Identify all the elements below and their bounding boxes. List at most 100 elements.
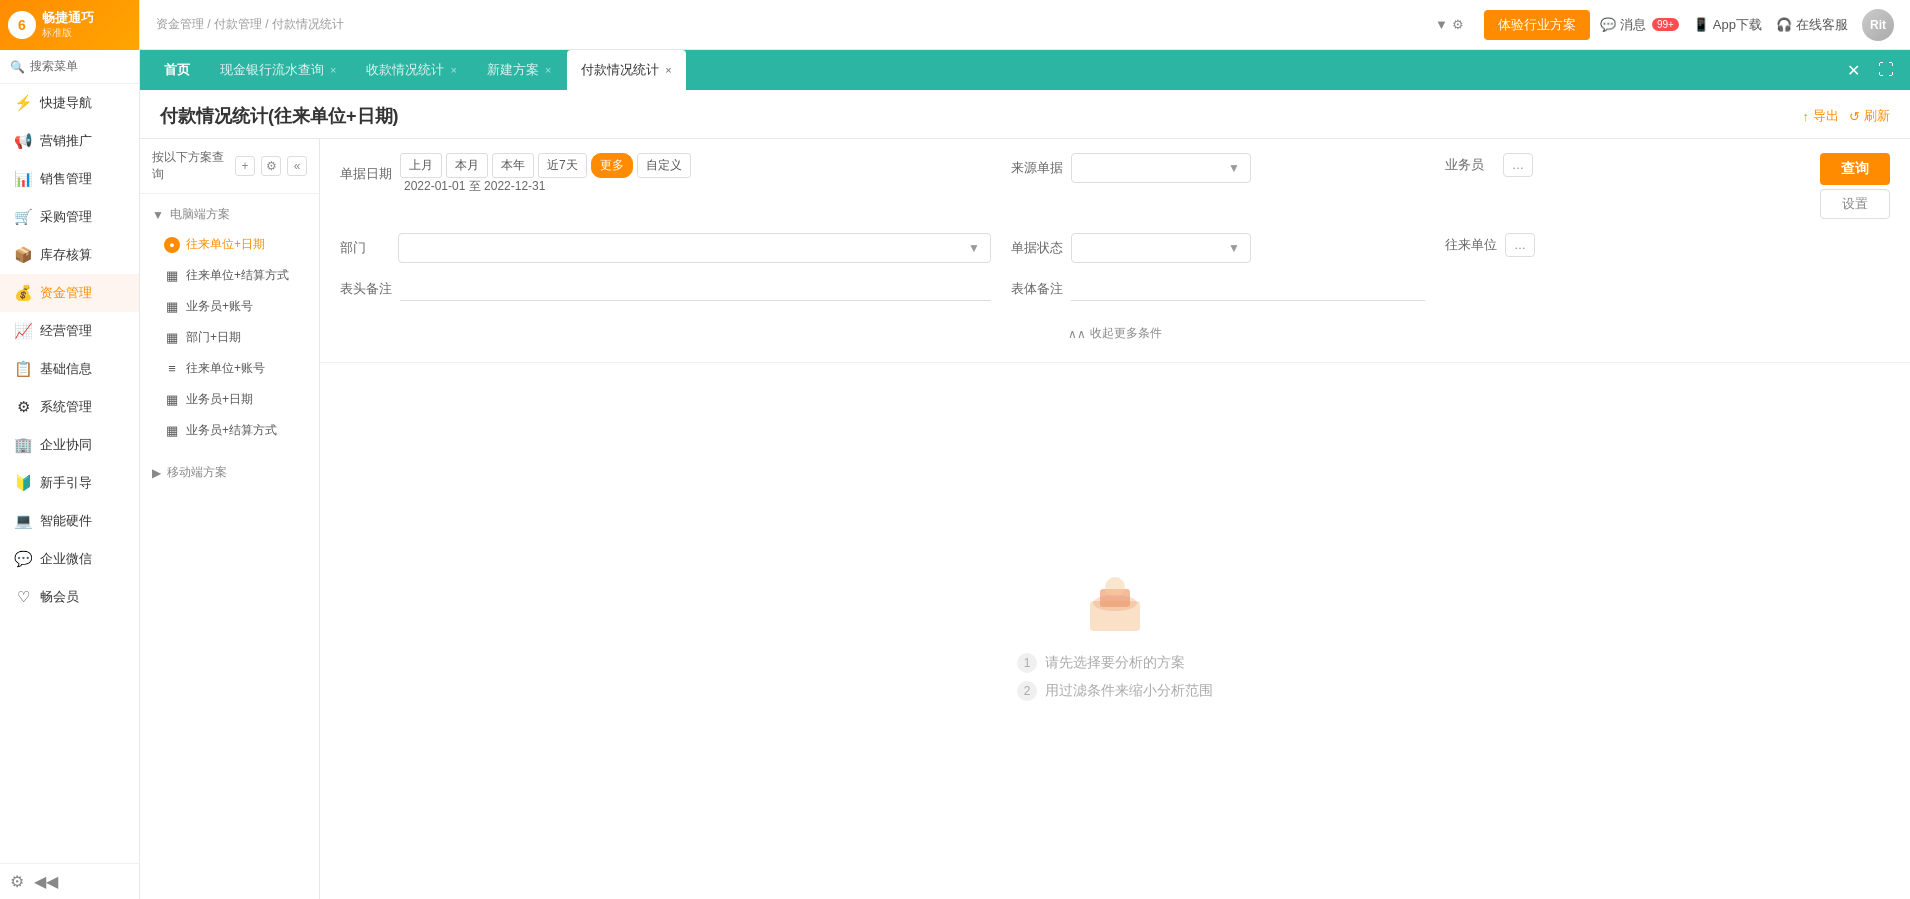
sidebar-item-wechat[interactable]: 💬 企业微信 [0, 540, 139, 578]
query-btn[interactable]: 查询 [1820, 153, 1890, 185]
dropdown-arrow-icon[interactable]: ▼ [1435, 17, 1448, 32]
tab-bank-flow[interactable]: 现金银行流水查询 × [206, 50, 350, 90]
scheme-staff-settle-label: 业务员+结算方式 [186, 422, 277, 439]
tip-num-2: 2 [1017, 681, 1037, 701]
mobile-scheme-group: ▶ 移动端方案 [140, 452, 319, 493]
tab-new-scheme[interactable]: 新建方案 × [473, 50, 565, 90]
date-btn-this-month[interactable]: 本月 [446, 153, 488, 178]
sidebar-item-finance[interactable]: 💰 资金管理 [0, 274, 139, 312]
scheme-panel-header-icons: + ⚙ « [235, 156, 307, 176]
tab-new-scheme-close[interactable]: × [545, 64, 551, 76]
tab-receipt-stat[interactable]: 收款情况统计 × [352, 50, 470, 90]
sidebar-item-inventory[interactable]: 📦 库存核算 [0, 236, 139, 274]
desktop-collapse-icon: ▼ [152, 208, 164, 222]
table-head-note-control [400, 277, 991, 301]
sidebar-item-basic[interactable]: 📋 基础信息 [0, 350, 139, 388]
mobile-group-title[interactable]: ▶ 移动端方案 [140, 458, 319, 487]
collapse-panel-btn[interactable]: « [287, 156, 307, 176]
sidebar-item-quick-nav[interactable]: ⚡ 快捷导航 [0, 84, 139, 122]
add-scheme-btn[interactable]: + [235, 156, 255, 176]
tab-home[interactable]: 首页 [150, 50, 204, 90]
trial-btn[interactable]: 体验行业方案 [1484, 10, 1590, 40]
search-menu[interactable]: 🔍 搜索菜单 [0, 50, 139, 84]
source-select[interactable]: ▼ [1071, 153, 1251, 183]
table-head-note-input[interactable] [400, 277, 991, 301]
date-btn-more[interactable]: 更多 [591, 153, 633, 178]
scheme-grid-icon5: ▦ [164, 423, 180, 439]
desktop-group-label: 电脑端方案 [170, 206, 230, 223]
app-download-btn[interactable]: 📱 App下载 [1693, 16, 1762, 34]
marketing-icon: 📢 [14, 132, 32, 150]
date-btn-custom[interactable]: 自定义 [637, 153, 691, 178]
sidebar-item-operation[interactable]: 📈 经营管理 [0, 312, 139, 350]
tab-bank-flow-close[interactable]: × [330, 64, 336, 76]
sidebar-item-marketing[interactable]: 📢 营销推广 [0, 122, 139, 160]
scheme-item-partner-settle[interactable]: ▦ 往来单位+结算方式 [140, 260, 319, 291]
scheme-item-dept-date[interactable]: ▦ 部门+日期 [140, 322, 319, 353]
user-avatar[interactable]: Rit [1862, 9, 1894, 41]
tab-receipt-stat-label: 收款情况统计 [366, 61, 444, 79]
topbar-settings-icon[interactable]: ⚙ [1452, 17, 1464, 32]
mobile-group-label: 移动端方案 [167, 464, 227, 481]
sidebar-item-enterprise[interactable]: 🏢 企业协同 [0, 426, 139, 464]
settings-btn[interactable]: 设置 [1820, 189, 1890, 219]
scheme-item-staff-account[interactable]: ▦ 业务员+账号 [140, 291, 319, 322]
staff-picker-btn[interactable]: … [1503, 153, 1533, 177]
scheme-item-partner-account[interactable]: ≡ 往来单位+账号 [140, 353, 319, 384]
export-btn[interactable]: ↑ 导出 [1803, 107, 1840, 125]
query-btns: 查询 设置 [1820, 153, 1890, 219]
sidebar-item-system[interactable]: ⚙ 系统管理 [0, 388, 139, 426]
voucher-status-select[interactable]: ▼ [1071, 233, 1251, 263]
purchase-icon: 🛒 [14, 208, 32, 226]
collapse-sidebar-icon[interactable]: ◀◀ [34, 872, 58, 891]
sidebar-item-sales[interactable]: 📊 销售管理 [0, 160, 139, 198]
collapse-conditions-btn[interactable]: ∧∧ 收起更多条件 [1068, 325, 1162, 342]
sidebar-item-hardware[interactable]: 💻 智能硬件 [0, 502, 139, 540]
tab-receipt-stat-close[interactable]: × [450, 64, 456, 76]
source-arrow-icon: ▼ [1228, 161, 1240, 175]
date-btn-7days[interactable]: 近7天 [538, 153, 587, 178]
tab-payment-stat[interactable]: 付款情况统计 × [567, 50, 685, 90]
collapse-conditions-icon: ∧∧ [1068, 327, 1086, 341]
tab-payment-stat-close[interactable]: × [665, 64, 671, 76]
svg-point-2 [1105, 577, 1125, 597]
close-all-tabs-btn[interactable]: ✕ [1841, 59, 1866, 82]
main-area: 资金管理 / 付款管理 / 付款情况统计 ▼ ⚙ 体验行业方案 💬 消息 99+… [140, 0, 1910, 899]
refresh-btn[interactable]: ↺ 刷新 [1849, 107, 1890, 125]
filter-form: 单据日期 上月 本月 本年 近7天 更多 自定义 20 [320, 139, 1910, 363]
scheme-grid-icon2: ▦ [164, 299, 180, 315]
tab-new-scheme-label: 新建方案 [487, 61, 539, 79]
date-btn-last-month[interactable]: 上月 [400, 153, 442, 178]
content-body: 按以下方案查询 + ⚙ « ▼ [140, 139, 1910, 899]
app-download-label: App下载 [1713, 16, 1762, 34]
wechat-label: 企业微信 [40, 550, 92, 568]
topbar-actions: 💬 消息 99+ 📱 App下载 🎧 在线客服 Rit [1600, 9, 1894, 41]
quick-nav-label: 快捷导航 [40, 94, 92, 112]
sidebar-item-purchase[interactable]: 🛒 采购管理 [0, 198, 139, 236]
desktop-group-title[interactable]: ▼ 电脑端方案 [140, 200, 319, 229]
enterprise-label: 企业协同 [40, 436, 92, 454]
partner-picker-btn[interactable]: … [1505, 233, 1535, 257]
filter-row-1: 单据日期 上月 本月 本年 近7天 更多 自定义 20 [340, 153, 1890, 219]
online-service-btn[interactable]: 🎧 在线客服 [1776, 16, 1848, 34]
date-btn-this-year[interactable]: 本年 [492, 153, 534, 178]
settings-gear-icon[interactable]: ⚙ [10, 872, 24, 891]
scheme-item-staff-settle[interactable]: ▦ 业务员+结算方式 [140, 415, 319, 446]
download-icon: 📱 [1693, 17, 1709, 32]
date-range-value: 2022-01-01 至 2022-12-31 [404, 178, 991, 195]
scheme-item-partner-date[interactable]: ● 往来单位+日期 [140, 229, 319, 260]
scheme-item-staff-date[interactable]: ▦ 业务员+日期 [140, 384, 319, 415]
scheme-active-icon: ● [164, 237, 180, 253]
dept-select[interactable]: ▼ [398, 233, 991, 263]
breadcrumb: 资金管理 / 付款管理 / 付款情况统计 [156, 16, 1425, 33]
mobile-expand-icon: ▶ [152, 466, 161, 480]
maximize-btn[interactable]: ⛶ [1872, 59, 1900, 82]
sidebar-item-member[interactable]: ♡ 畅会员 [0, 578, 139, 616]
sidebar-item-guide[interactable]: 🔰 新手引导 [0, 464, 139, 502]
scheme-grid-icon: ▦ [164, 268, 180, 284]
filter-row-3: 表头备注 表体备注 [340, 277, 1890, 301]
online-service-label: 在线客服 [1796, 16, 1848, 34]
scheme-settings-btn[interactable]: ⚙ [261, 156, 281, 176]
messages-btn[interactable]: 💬 消息 99+ [1600, 16, 1679, 34]
table-body-note-input[interactable] [1071, 277, 1425, 301]
